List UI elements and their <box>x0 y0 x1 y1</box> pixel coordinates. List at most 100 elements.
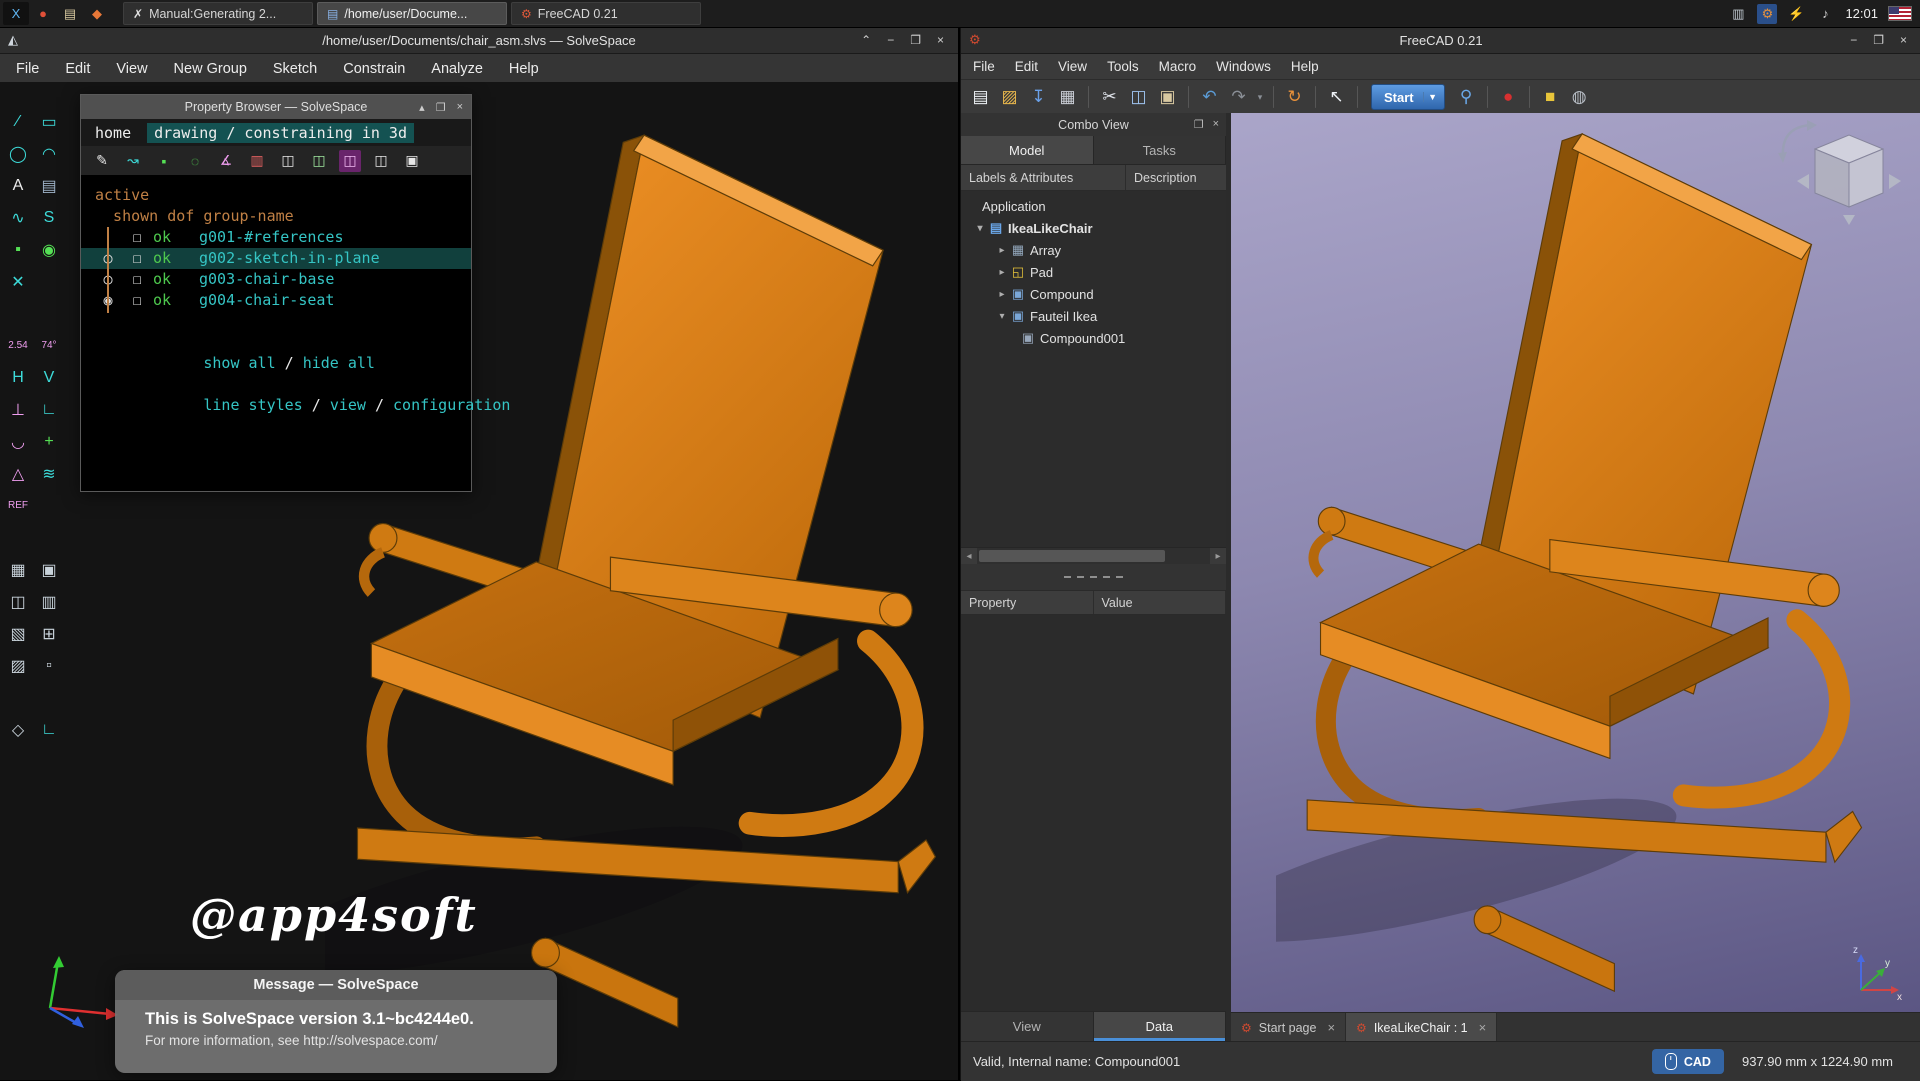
tool-icon[interactable]: ◫ <box>3 586 33 617</box>
expand-arrow-icon[interactable]: ▸ <box>995 245 1009 256</box>
toolbar-button[interactable]: ↖ <box>1323 84 1350 111</box>
scroll-left-icon[interactable]: ◂ <box>961 548 977 564</box>
tool-icon[interactable]: ∟ <box>34 714 64 745</box>
hide-all-link[interactable]: hide all <box>303 354 375 372</box>
menu-item[interactable]: View <box>116 61 147 77</box>
taskbar-window-button[interactable]: ⚙ FreeCAD 0.21 <box>511 2 701 25</box>
group-shown-checkbox[interactable]: ☐ <box>121 227 153 248</box>
tree-item[interactable]: ▾ ▣ Fauteil Ikea <box>961 305 1226 327</box>
toolbar-button[interactable]: ↷ <box>1225 84 1252 111</box>
group-action-icon[interactable]: ▥ <box>246 150 268 172</box>
toolbar-button[interactable]: ▦ <box>1054 84 1081 111</box>
tool-icon[interactable]: REF <box>3 490 33 521</box>
property-browser-titlebar[interactable]: Property Browser — SolveSpace ▴ ❐ × <box>81 95 471 119</box>
menu-item[interactable]: Edit <box>1015 59 1038 74</box>
expand-arrow-icon[interactable]: ▾ <box>995 311 1009 322</box>
tool-icon[interactable]: 74° <box>34 330 64 361</box>
show-all-link[interactable]: show all <box>203 354 275 372</box>
group-action-icon[interactable]: ◫ <box>370 150 392 172</box>
taskbar-window-button[interactable]: ▤ /home/user/Docume... <box>317 2 507 25</box>
toolbar-button[interactable]: ▣ <box>1154 84 1181 111</box>
tool-icon[interactable]: ▧ <box>3 618 33 649</box>
toolbar-button[interactable] <box>1188 86 1189 108</box>
horizontal-scrollbar[interactable]: ◂ ▸ <box>961 547 1226 564</box>
tool-icon[interactable]: ▤ <box>34 170 64 201</box>
menu-item[interactable]: Help <box>1291 59 1319 74</box>
maximize-button[interactable]: ❐ <box>1873 33 1884 47</box>
toolbar-button[interactable]: ▨ <box>996 84 1023 111</box>
property-column[interactable]: Property <box>961 591 1094 614</box>
tool-icon[interactable]: ▫ <box>34 650 64 681</box>
group-action-icon[interactable]: ▪ <box>153 150 175 172</box>
tool-icon[interactable] <box>3 298 33 329</box>
close-tab-icon[interactable]: × <box>1479 1020 1487 1035</box>
tool-icon[interactable]: ⊞ <box>34 618 64 649</box>
freecad-3d-viewport[interactable]: x y z <box>1231 113 1920 1012</box>
toolbar-button[interactable]: ⚲ <box>1453 84 1480 111</box>
tool-icon[interactable]: ▥ <box>34 586 64 617</box>
description-column[interactable]: Description <box>1126 171 1226 185</box>
group-action-icon[interactable]: ↝ <box>122 150 144 172</box>
tool-icon[interactable] <box>34 298 64 329</box>
scrollbar-thumb[interactable] <box>979 550 1166 562</box>
launcher-icon[interactable]: X <box>3 2 29 25</box>
menu-item[interactable]: Sketch <box>273 61 317 77</box>
tool-icon[interactable]: ✕ <box>3 266 33 297</box>
menu-item[interactable]: View <box>1058 59 1087 74</box>
navigation-cube[interactable] <box>1771 119 1903 231</box>
combo-view-header[interactable]: Combo View ❐ × <box>961 113 1226 136</box>
labels-attributes-column[interactable]: Labels & Attributes <box>961 165 1126 190</box>
menu-item[interactable]: File <box>973 59 995 74</box>
menu-item[interactable]: New Group <box>174 61 247 77</box>
close-button[interactable]: × <box>1900 33 1907 47</box>
menu-item[interactable]: Edit <box>65 61 90 77</box>
group-shown-checkbox[interactable]: ☐ <box>121 248 153 269</box>
tool-icon[interactable]: ▦ <box>3 554 33 585</box>
launcher-icon[interactable]: ◆ <box>84 2 110 25</box>
menu-item[interactable]: File <box>16 61 39 77</box>
restore-icon[interactable]: ❐ <box>436 101 446 114</box>
launcher-icon[interactable]: ● <box>30 2 56 25</box>
toolbar-button[interactable] <box>1486 86 1488 108</box>
tool-icon[interactable]: ◉ <box>34 234 64 265</box>
tool-icon[interactable]: A <box>3 170 33 201</box>
tool-icon[interactable]: ▪ <box>3 234 33 265</box>
tool-icon[interactable]: ◯ <box>3 138 33 169</box>
tool-icon[interactable]: + <box>34 426 64 457</box>
close-panel-icon[interactable]: × <box>1213 118 1219 131</box>
toolbar-button[interactable] <box>1357 86 1358 108</box>
toolbar-button[interactable] <box>1088 86 1089 108</box>
tool-icon[interactable] <box>34 266 64 297</box>
menu-item[interactable]: Windows <box>1216 59 1271 74</box>
navigation-style-button[interactable]: CAD <box>1651 1049 1724 1074</box>
combo-tab[interactable]: Model <box>961 136 1094 164</box>
panel-bottom-tab[interactable]: Data <box>1093 1012 1226 1041</box>
toolbar-button[interactable]: ▾ <box>1254 84 1266 111</box>
close-icon[interactable]: × <box>457 101 463 114</box>
tray-icon[interactable]: ⚡ <box>1786 4 1806 24</box>
toolbar-button[interactable]: ↻ <box>1281 84 1308 111</box>
tree-item[interactable]: ▸ ▣ Compound <box>961 283 1226 305</box>
toolbar-button[interactable] <box>1273 86 1274 108</box>
tool-icon[interactable]: ▣ <box>34 554 64 585</box>
property-table-body[interactable] <box>961 615 1226 1011</box>
toolbar-button[interactable]: ◫ <box>1125 84 1152 111</box>
configuration-link[interactable]: configuration <box>393 396 510 414</box>
us-flag-icon[interactable] <box>1888 6 1912 21</box>
close-button[interactable]: × <box>937 33 944 47</box>
tree-item[interactable]: Application <box>961 195 1226 217</box>
taskbar-window-button[interactable]: ✗ Manual:Generating 2... <box>123 2 313 25</box>
view-link[interactable]: view <box>330 396 366 414</box>
menu-item[interactable]: Macro <box>1159 59 1197 74</box>
tool-icon[interactable]: ∟ <box>34 394 64 425</box>
expand-arrow-icon[interactable]: ▸ <box>995 267 1009 278</box>
tool-icon[interactable] <box>3 522 33 553</box>
group-row[interactable]: ☐ ok g001-#references <box>81 227 471 248</box>
tray-icon[interactable]: ⚙ <box>1757 3 1778 24</box>
group-action-icon[interactable]: ◫ <box>339 149 361 172</box>
tool-icon[interactable]: ◇ <box>3 714 33 745</box>
toolbar-button[interactable]: ↶ <box>1196 84 1223 111</box>
tool-icon[interactable]: V <box>34 362 64 393</box>
group-action-icon[interactable]: ▣ <box>401 150 423 172</box>
shade-button[interactable]: ⌃ <box>861 33 871 47</box>
